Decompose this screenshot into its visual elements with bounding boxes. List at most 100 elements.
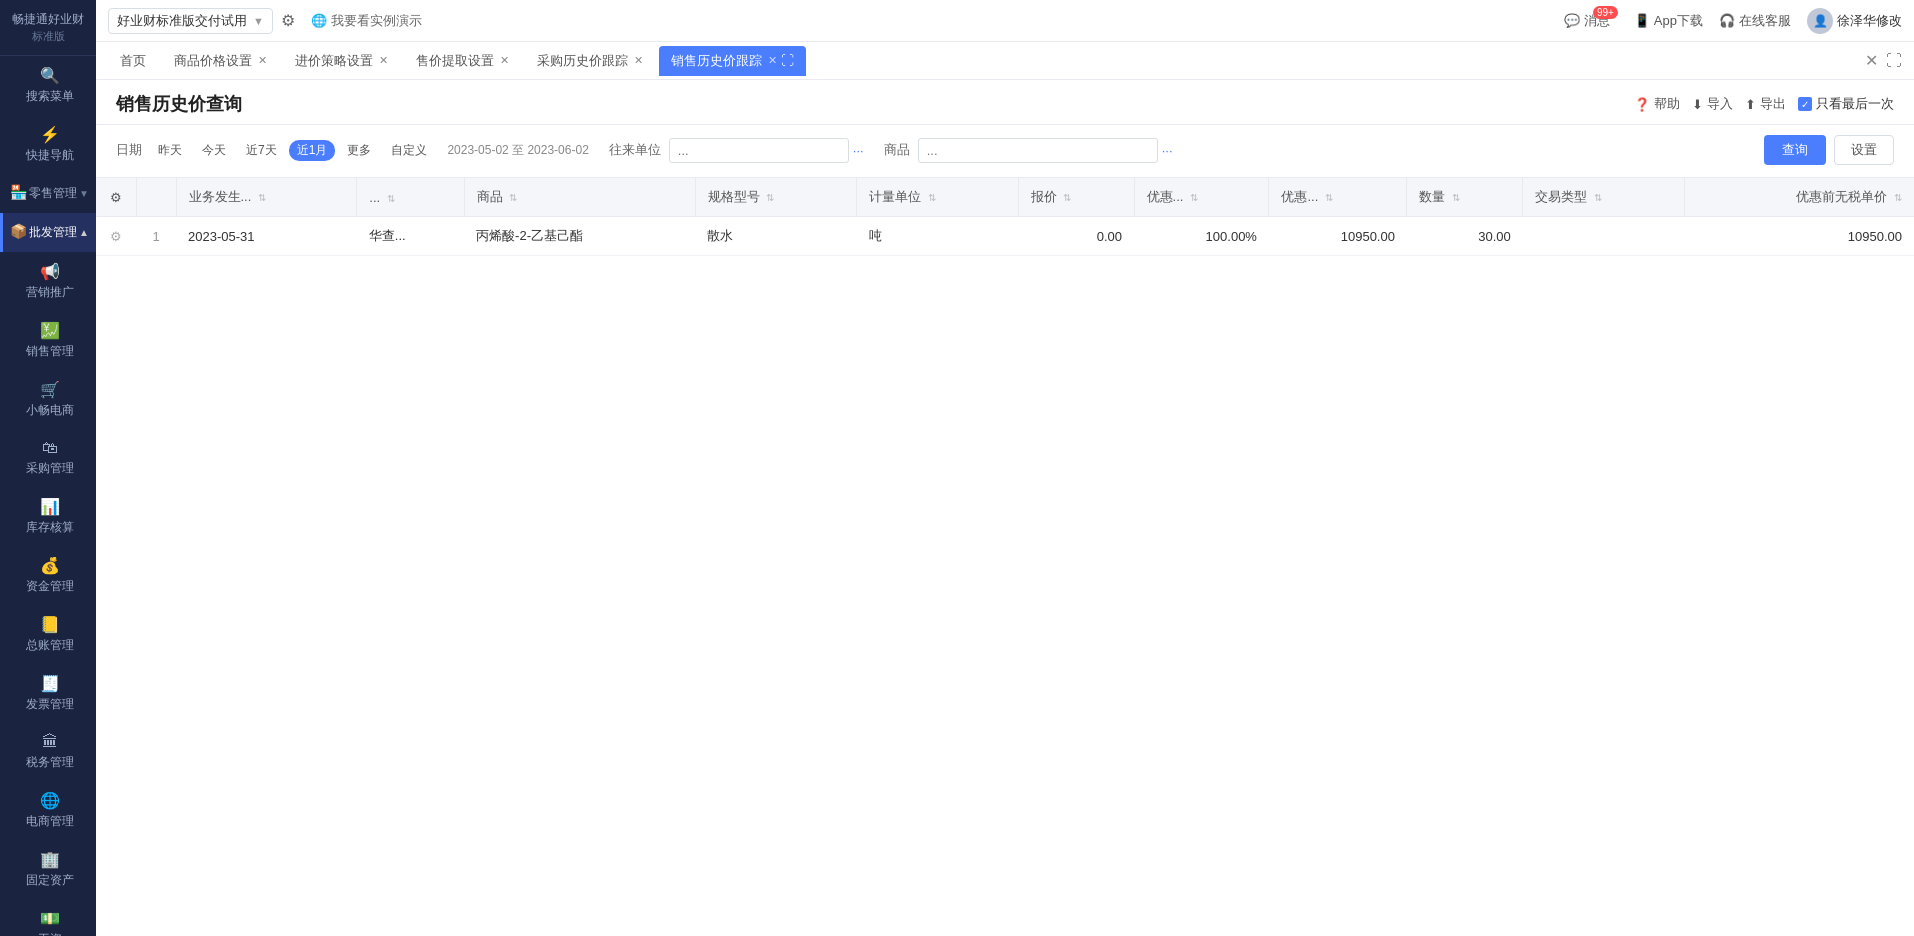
- col-product[interactable]: 商品 ⇅: [464, 178, 695, 217]
- sidebar-item-inventory[interactable]: 📊 库存核算: [0, 487, 96, 546]
- setting-button[interactable]: 设置: [1834, 135, 1894, 165]
- only-last-label: 只看最后一次: [1816, 95, 1894, 113]
- date-chip-7days[interactable]: 近7天: [238, 140, 285, 161]
- sidebar-item-retail[interactable]: 🏪 零售管理 ▼: [0, 174, 96, 213]
- retail-icon: 🏪: [10, 184, 27, 200]
- filter-bar: 日期 昨天 今天 近7天 近1月 更多 自定义 2023-05-02 至 202…: [96, 125, 1914, 177]
- settings-gear-icon[interactable]: ⚙: [281, 11, 295, 30]
- tab-purchase-history[interactable]: 采购历史价跟踪 ✕: [525, 46, 655, 76]
- row-discount-val: 10950.00: [1269, 217, 1407, 256]
- col-quantity-label: 数量: [1419, 189, 1445, 204]
- import-button[interactable]: ⬇ 导入: [1692, 95, 1733, 113]
- data-table-wrapper: ⚙ 业务发生... ⇅ ... ⇅ 商品 ⇅: [96, 178, 1914, 936]
- headset-icon: 🎧: [1719, 13, 1735, 28]
- help-button[interactable]: ❓ 帮助: [1634, 95, 1680, 113]
- date-chip-today[interactable]: 今天: [194, 140, 234, 161]
- app-name: 畅捷通好业财: [12, 11, 84, 28]
- sidebar-item-tax[interactable]: 🏛 税务管理: [0, 723, 96, 781]
- sidebar-item-ecommerce[interactable]: 🌐 电商管理: [0, 781, 96, 840]
- col-gear[interactable]: ⚙: [96, 178, 136, 217]
- tab-product-price[interactable]: 商品价格设置 ✕: [162, 46, 279, 76]
- purchase-icon: 🛍: [42, 439, 58, 457]
- sidebar-item-sales[interactable]: 💹 销售管理: [0, 311, 96, 370]
- date-chip-yesterday[interactable]: 昨天: [150, 140, 190, 161]
- sidebar-item-quick-nav[interactable]: ⚡ 快捷导航: [0, 115, 96, 174]
- row-product: 丙烯酸-2-乙基己酯: [464, 217, 695, 256]
- sort-icon: ⇅: [1594, 192, 1602, 203]
- sidebar-item-fixed-assets[interactable]: 🏢 固定资产: [0, 840, 96, 899]
- col-unit[interactable]: 计量单位 ⇅: [857, 178, 1019, 217]
- sidebar-item-ledger[interactable]: 📒 总账管理: [0, 605, 96, 664]
- sort-icon: ⇅: [509, 192, 517, 203]
- sidebar-item-finance[interactable]: 💰 资金管理: [0, 546, 96, 605]
- tab-close-icon[interactable]: ✕: [379, 54, 388, 67]
- col-extra[interactable]: ... ⇅: [357, 178, 464, 217]
- sort-icon: ⇅: [766, 192, 774, 203]
- tab-sale-extract[interactable]: 售价提取设置 ✕: [404, 46, 521, 76]
- date-chip-custom[interactable]: 自定义: [383, 140, 435, 161]
- sort-icon: ⇅: [1325, 192, 1333, 203]
- ecommerce-icon: 🌐: [40, 791, 60, 810]
- col-quantity[interactable]: 数量 ⇅: [1407, 178, 1523, 217]
- sort-icon: ⇅: [387, 193, 395, 204]
- user-menu[interactable]: 👤 徐泽华修改: [1807, 8, 1902, 34]
- sort-icon: ⇅: [1452, 192, 1460, 203]
- app-download-button[interactable]: 📱 App下载: [1634, 12, 1703, 30]
- tab-close-icon[interactable]: ✕: [634, 54, 643, 67]
- date-chip-1month[interactable]: 近1月: [289, 140, 336, 161]
- tab-close-icon[interactable]: ✕: [500, 54, 509, 67]
- col-discount-val[interactable]: 优惠... ⇅: [1269, 178, 1407, 217]
- sidebar-item-ecommerce-small[interactable]: 🛒 小畅电商: [0, 370, 96, 429]
- fixed-assets-icon: 🏢: [40, 850, 60, 869]
- unit-more-icon[interactable]: ···: [853, 143, 864, 158]
- online-service-button[interactable]: 🎧 在线客服: [1719, 12, 1791, 30]
- message-button[interactable]: 💬 消息 99+: [1564, 12, 1610, 30]
- col-unit-label: 计量单位: [869, 189, 921, 204]
- sidebar-item-search[interactable]: 🔍 搜索菜单: [0, 56, 96, 115]
- tab-close-active-icon[interactable]: ✕: [768, 54, 777, 67]
- col-spec[interactable]: 规格型号 ⇅: [695, 178, 857, 217]
- product-selector[interactable]: 好业财标准版交付试用 ▼: [108, 8, 273, 34]
- query-button[interactable]: 查询: [1764, 135, 1826, 165]
- product-input[interactable]: [918, 138, 1158, 163]
- col-biz-date[interactable]: 业务发生... ⇅: [176, 178, 357, 217]
- topbar: 好业财标准版交付试用 ▼ ⚙ 🌐 我要看实例演示 💬 消息 99+ 📱 App下…: [96, 0, 1914, 42]
- tab-home[interactable]: 首页: [108, 46, 158, 76]
- col-product-label: 商品: [477, 189, 503, 204]
- row-pretax-price: 10950.00: [1684, 217, 1914, 256]
- col-price[interactable]: 报价 ⇅: [1018, 178, 1134, 217]
- unit-input[interactable]: [669, 138, 849, 163]
- sidebar-item-label: 电商管理: [26, 813, 74, 830]
- tab-sale-history[interactable]: 销售历史价跟踪 ✕ ⛶: [659, 46, 806, 76]
- export-label: 导出: [1760, 95, 1786, 113]
- date-chip-more[interactable]: 更多: [339, 140, 379, 161]
- chevron-down-icon: ▼: [79, 188, 89, 199]
- sidebar-item-invoice[interactable]: 🧾 发票管理: [0, 664, 96, 723]
- demo-button[interactable]: 🌐 我要看实例演示: [311, 12, 422, 30]
- tab-purchase-strategy[interactable]: 进价策略设置 ✕: [283, 46, 400, 76]
- col-pretax-price[interactable]: 优惠前无税单价 ⇅: [1684, 178, 1914, 217]
- page-actions: ❓ 帮助 ⬇ 导入 ⬆ 导出 ✓ 只看最后一次: [1634, 95, 1894, 113]
- col-trade-type[interactable]: 交易类型 ⇅: [1523, 178, 1685, 217]
- sort-icon: ⇅: [1894, 192, 1902, 203]
- row-gear[interactable]: ⚙: [96, 217, 136, 256]
- tab-close-icon[interactable]: ✕: [258, 54, 267, 67]
- col-discount-pct[interactable]: 优惠... ⇅: [1134, 178, 1269, 217]
- sidebar-item-payroll[interactable]: 💵 工资: [0, 899, 96, 936]
- checkbox-icon: ✓: [1798, 97, 1812, 111]
- finance-icon: 💰: [40, 556, 60, 575]
- sidebar-item-purchase[interactable]: 🛍 采购管理: [0, 429, 96, 487]
- window-maximize-icon[interactable]: ⛶: [1886, 52, 1902, 70]
- page-title: 销售历史价查询: [116, 92, 242, 116]
- product-more-icon[interactable]: ···: [1162, 143, 1173, 158]
- export-button[interactable]: ⬆ 导出: [1745, 95, 1786, 113]
- expand-icon[interactable]: ⛶: [781, 53, 794, 68]
- user-name: 徐泽华修改: [1837, 12, 1902, 30]
- online-service-label: 在线客服: [1739, 12, 1791, 30]
- sort-icon: ⇅: [928, 192, 936, 203]
- window-close-icon[interactable]: ✕: [1865, 51, 1878, 70]
- sidebar-item-wholesale[interactable]: 📦 批发管理 ▲: [0, 213, 96, 252]
- sidebar-item-marketing[interactable]: 📢 营销推广: [0, 252, 96, 311]
- only-last-checkbox[interactable]: ✓ 只看最后一次: [1798, 95, 1894, 113]
- demo-label: 我要看实例演示: [331, 12, 422, 30]
